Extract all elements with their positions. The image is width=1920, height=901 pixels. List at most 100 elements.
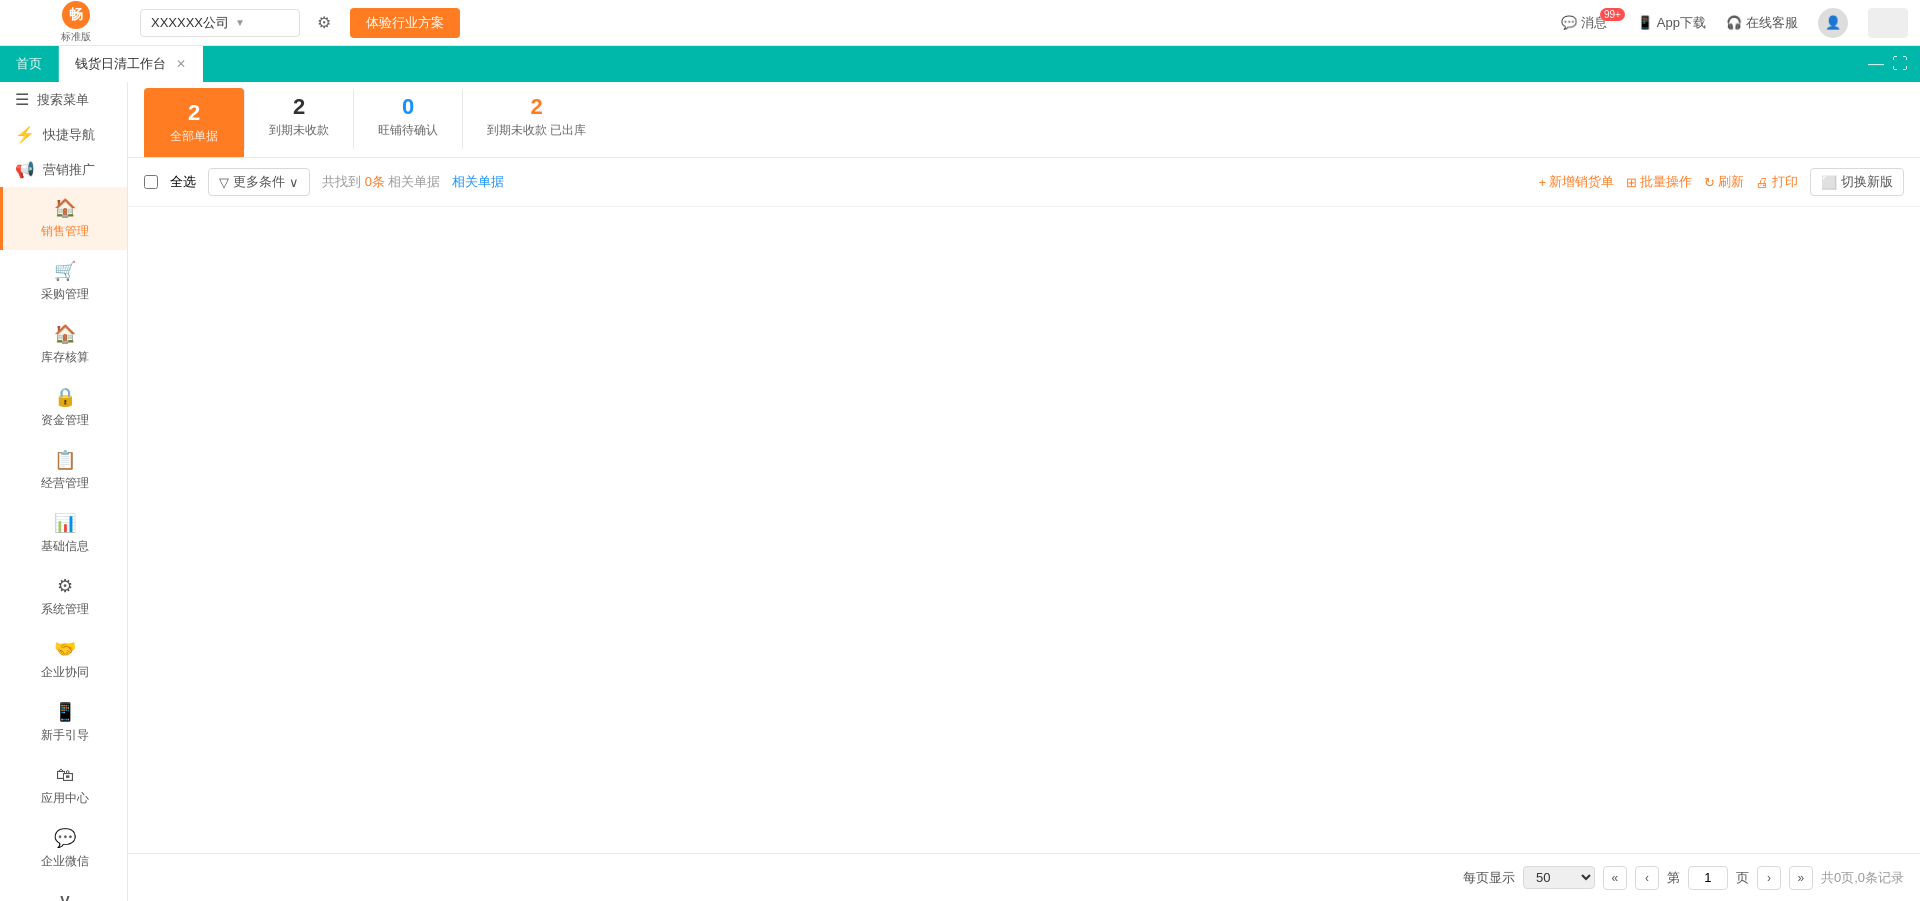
online-service-button[interactable]: 🎧 在线客服: [1726, 14, 1798, 32]
sidebar-item-purchase[interactable]: 🛒 采购管理: [0, 250, 127, 313]
stats-tab-overdue-shipped[interactable]: 2 到期未收款 已出库: [463, 82, 610, 157]
sidebar-label-marketing: 营销推广: [43, 161, 95, 179]
stats-tab-all[interactable]: 2 全部单据: [144, 88, 244, 157]
top-header: 畅 标准版 XXXXXX公司 ▼ ⚙ 体验行业方案 💬 消息 99+ 📱 App…: [0, 0, 1920, 46]
batch-operation-button[interactable]: ⊞ 批量操作: [1626, 173, 1692, 191]
wechat-icon: 💬: [54, 827, 76, 849]
sidebar-label-guide: 新手引导: [41, 727, 89, 744]
sidebar-item-operations[interactable]: 📋 经营管理: [0, 439, 127, 502]
filter-button[interactable]: ▽ 更多条件 ∨: [208, 168, 310, 196]
user-icon: 👤: [1825, 15, 1841, 30]
prev-page-icon: ‹: [1645, 871, 1649, 885]
print-button[interactable]: 🖨 打印: [1756, 173, 1798, 191]
sidebar-label-cooperation: 企业协同: [41, 664, 89, 681]
sidebar-label-operations: 经营管理: [41, 475, 89, 492]
maximize-icon[interactable]: ⛶: [1892, 55, 1908, 73]
sidebar-label-basic-info: 基础信息: [41, 538, 89, 555]
search-menu-icon: ☰: [15, 90, 29, 109]
company-selector[interactable]: XXXXXX公司 ▼: [140, 9, 300, 37]
add-sales-order-button[interactable]: + 新增销货单: [1538, 173, 1614, 191]
total-records: 共0页,0条记录: [1821, 869, 1904, 887]
batch-label: 批量操作: [1640, 173, 1692, 191]
prev-page-button[interactable]: ‹: [1635, 866, 1659, 890]
filter-chevron-icon: ∨: [289, 175, 299, 190]
last-page-button[interactable]: »: [1789, 866, 1813, 890]
operations-icon: 📋: [54, 449, 76, 471]
stats-count-all: 2: [188, 100, 200, 126]
table-area: [128, 207, 1920, 853]
pagination: 每页显示 50 100 200 « ‹ 第 页 › » 共0页,0条记录: [128, 853, 1920, 901]
sidebar-item-inventory[interactable]: 🏠 库存核算: [0, 313, 127, 376]
stats-count-overdue-shipped: 2: [531, 94, 543, 120]
trial-button[interactable]: 体验行业方案: [350, 8, 460, 38]
sidebar-label-quick-nav: 快捷导航: [43, 126, 95, 144]
sidebar-label-search: 搜索菜单: [37, 91, 89, 109]
sidebar-item-basic-info[interactable]: 📊 基础信息: [0, 502, 127, 565]
add-sales-label: 新增销货单: [1549, 173, 1614, 191]
brand-subtext: 标准版: [61, 30, 91, 44]
select-all-label: 全选: [170, 173, 196, 191]
next-page-button[interactable]: ›: [1757, 866, 1781, 890]
sidebar-item-wechat[interactable]: 💬 企业微信: [0, 817, 127, 880]
avatar[interactable]: 👤: [1818, 8, 1848, 38]
print-label: 打印: [1772, 173, 1798, 191]
page-input[interactable]: [1688, 866, 1728, 890]
per-page-select[interactable]: 50 100 200: [1523, 866, 1595, 889]
refresh-label: 刷新: [1718, 173, 1744, 191]
sidebar-label-system: 系统管理: [41, 601, 89, 618]
sidebar-label-finance: 资金管理: [41, 412, 89, 429]
tab-money-goods[interactable]: 钱货日清工作台 ✕: [59, 46, 203, 82]
tab-home-label: 首页: [16, 55, 42, 73]
sidebar-item-cooperation[interactable]: 🤝 企业协同: [0, 628, 127, 691]
toolbar-right: + 新增销货单 ⊞ 批量操作 ↻ 刷新 🖨 打印 ⬜ 切换新版: [1538, 168, 1904, 196]
sidebar-item-quick-nav[interactable]: ⚡ 快捷导航: [0, 117, 127, 152]
found-count: 0条: [365, 174, 385, 189]
logo-icon: 畅: [62, 1, 90, 29]
sidebar-item-sales[interactable]: 🏠 销售管理: [0, 187, 127, 250]
cooperation-icon: 🤝: [54, 638, 76, 660]
message-button[interactable]: 💬 消息 99+: [1561, 14, 1617, 32]
tab-money-goods-label: 钱货日清工作台: [75, 55, 166, 73]
main-layout: ☰ 搜索菜单 ⚡ 快捷导航 📢 营销推广 🏠 销售管理 🛒 采购管理 🏠 库存核…: [0, 82, 1920, 901]
sidebar-label-purchase: 采购管理: [41, 286, 89, 303]
select-all-checkbox[interactable]: [144, 175, 158, 189]
headset-icon: 🎧: [1726, 15, 1742, 30]
switch-new-version-button[interactable]: ⬜ 切换新版: [1810, 168, 1904, 196]
close-icon[interactable]: ✕: [176, 57, 186, 71]
related-records-link[interactable]: 相关单据: [452, 173, 504, 191]
refresh-icon: ↻: [1704, 175, 1715, 190]
tab-home[interactable]: 首页: [0, 46, 59, 82]
settings-button[interactable]: ⚙: [308, 7, 340, 39]
message-badge: 99+: [1600, 8, 1625, 21]
page-suffix: 页: [1736, 869, 1749, 887]
sidebar-item-finance[interactable]: 🔒 资金管理: [0, 376, 127, 439]
app-download-label: App下载: [1657, 14, 1706, 32]
sidebar-item-search-menu[interactable]: ☰ 搜索菜单: [0, 82, 127, 117]
sidebar-item-system[interactable]: ⚙ 系统管理: [0, 565, 127, 628]
stats-tabs: 2 全部单据 2 到期未收款 0 旺铺待确认 2 到期未收款 已出库: [128, 82, 1920, 158]
finance-icon: 🔒: [54, 386, 76, 408]
minimize-icon[interactable]: —: [1868, 55, 1884, 73]
sidebar-item-vip[interactable]: V 畅会员: [0, 880, 127, 901]
stats-tab-wangpu[interactable]: 0 旺铺待确认: [354, 82, 462, 157]
batch-icon: ⊞: [1626, 175, 1637, 190]
stats-tab-overdue-unpaid[interactable]: 2 到期未收款: [245, 82, 353, 157]
first-page-button[interactable]: «: [1603, 866, 1627, 890]
first-page-icon: «: [1612, 871, 1619, 885]
chevron-down-icon: ▼: [235, 17, 245, 28]
sidebar-item-app-center[interactable]: 🛍 应用中心: [0, 754, 127, 817]
quick-nav-icon: ⚡: [15, 125, 35, 144]
plus-icon: +: [1538, 175, 1546, 190]
basic-info-icon: 📊: [54, 512, 76, 534]
app-download-button[interactable]: 📱 App下载: [1637, 14, 1706, 32]
sales-icon: 🏠: [54, 197, 76, 219]
sidebar-label-wechat: 企业微信: [41, 853, 89, 870]
header-right: 💬 消息 99+ 📱 App下载 🎧 在线客服 👤: [1561, 8, 1908, 38]
sidebar-item-guide[interactable]: 📱 新手引导: [0, 691, 127, 754]
refresh-button[interactable]: ↻ 刷新: [1704, 173, 1744, 191]
sidebar-item-marketing[interactable]: 📢 营销推广: [0, 152, 127, 187]
stats-label-overdue-shipped: 到期未收款 已出库: [487, 122, 586, 139]
found-prefix: 共找到: [322, 174, 361, 189]
switch-icon: ⬜: [1821, 175, 1837, 190]
content-area: 2 全部单据 2 到期未收款 0 旺铺待确认 2 到期未收款 已出库 全选: [128, 82, 1920, 901]
